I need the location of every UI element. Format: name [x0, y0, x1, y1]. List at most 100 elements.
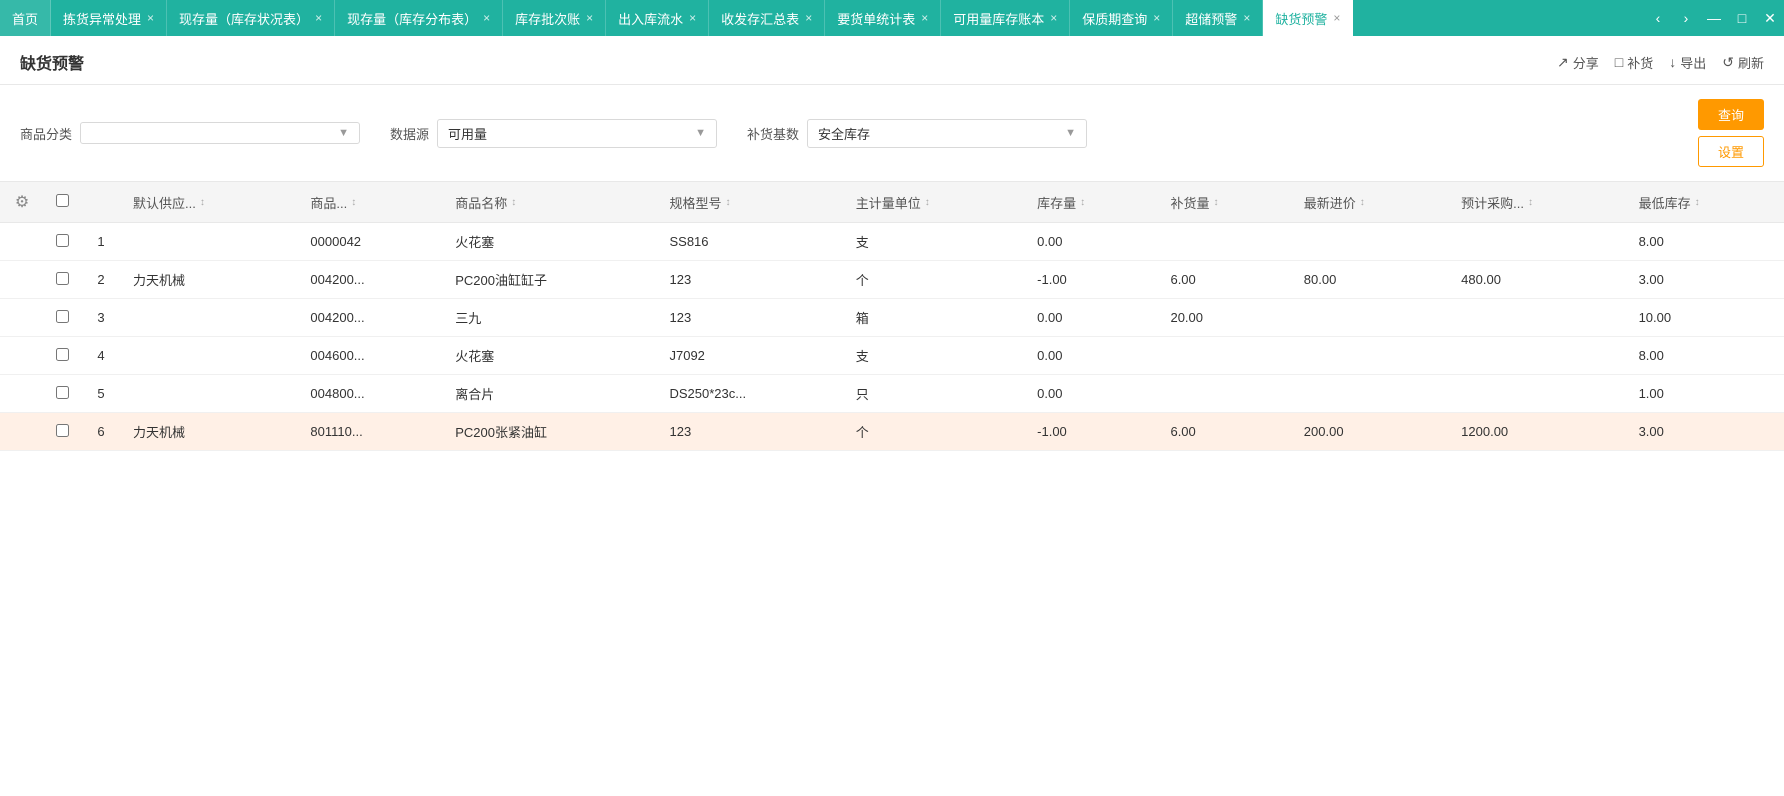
tab-item-5[interactable]: 出入库流水 × — [606, 0, 709, 36]
min-stock-sort-icon[interactable]: ↕ — [1695, 197, 1700, 208]
row-code: 004600... — [298, 337, 443, 375]
window-maximize-btn[interactable]: □ — [1728, 0, 1756, 36]
row-name: 火花塞 — [443, 223, 657, 261]
replenish-btn[interactable]: □ 补货 — [1615, 53, 1653, 72]
base-value: 安全库存 — [818, 124, 870, 143]
row-spec: 123 — [657, 299, 843, 337]
tab-next-btn[interactable]: › — [1672, 0, 1700, 36]
col-supplier-label: 默认供应... — [133, 193, 196, 212]
row-replenish — [1158, 223, 1291, 261]
tab-close-btn[interactable]: × — [1243, 11, 1250, 25]
row-est-purchase — [1449, 299, 1626, 337]
tab-close-btn[interactable]: × — [689, 11, 696, 25]
row-checkbox[interactable] — [56, 424, 69, 437]
row-check-cell — [44, 299, 81, 337]
tab-item-1[interactable]: 拣货异常处理× — [51, 0, 167, 36]
table-row: 3 004200... 三九 123 箱 0.00 20.00 10.00 — [0, 299, 1784, 337]
row-checkbox[interactable] — [56, 310, 69, 323]
col-min-stock-label: 最低库存 — [1639, 193, 1691, 212]
tab-item-7[interactable]: 要货单统计表× — [825, 0, 941, 36]
table-settings-icon[interactable]: ⚙ — [15, 194, 29, 211]
col-check-header — [44, 182, 81, 223]
col-seq-header — [81, 182, 121, 223]
tab-item-10[interactable]: 超储预警 × — [1173, 0, 1263, 36]
tab-item-2[interactable]: 现存量（库存状况表）× — [167, 0, 335, 36]
row-checkbox[interactable] — [56, 272, 69, 285]
tab-close-btn[interactable]: × — [586, 11, 593, 25]
tab-close-btn[interactable]: × — [1333, 11, 1340, 25]
col-replenish-label: 补货量 — [1170, 193, 1209, 212]
row-check-cell — [44, 375, 81, 413]
tab-item-8[interactable]: 可用量库存账本× — [941, 0, 1070, 36]
latest-price-sort-icon[interactable]: ↕ — [1360, 197, 1365, 208]
base-label: 补货基数 — [747, 124, 799, 143]
tab-close-btn[interactable]: × — [1050, 11, 1057, 25]
tab-close-btn[interactable]: × — [921, 11, 928, 25]
tab-close-btn[interactable]: × — [147, 11, 154, 25]
row-gear-cell — [0, 299, 44, 337]
tab-label: 出入库流水 — [618, 9, 683, 28]
tab-item-9[interactable]: 保质期查询× — [1070, 0, 1173, 36]
tab-item-6[interactable]: 收发存汇总表 × — [709, 0, 825, 36]
tab-item-4[interactable]: 库存批次账× — [503, 0, 606, 36]
row-stock: -1.00 — [1025, 261, 1158, 299]
tab-label: 超储预警 — [1185, 9, 1237, 28]
tab-close-btn[interactable]: × — [1153, 11, 1160, 25]
export-btn[interactable]: ↓ 导出 — [1669, 53, 1706, 72]
row-min-stock: 8.00 — [1627, 223, 1784, 261]
row-spec: 123 — [657, 261, 843, 299]
row-unit: 支 — [844, 223, 1025, 261]
tab-item-11[interactable]: 缺货预警× — [1263, 0, 1353, 36]
row-checkbox[interactable] — [56, 386, 69, 399]
datasource-select[interactable]: 可用量 ▼ — [437, 119, 717, 148]
row-check-cell — [44, 337, 81, 375]
replenish-sort-icon[interactable]: ↕ — [1213, 197, 1218, 208]
category-select[interactable]: ▼ — [80, 122, 360, 144]
share-btn[interactable]: ↗ 分享 — [1557, 53, 1599, 72]
row-check-cell — [44, 413, 81, 451]
est-purchase-sort-icon[interactable]: ↕ — [1528, 197, 1533, 208]
unit-sort-icon[interactable]: ↕ — [925, 197, 930, 208]
tab-close-btn[interactable]: × — [805, 11, 812, 25]
col-spec-label: 规格型号 — [669, 193, 721, 212]
row-name: 离合片 — [443, 375, 657, 413]
refresh-btn[interactable]: ↺ 刷新 — [1722, 53, 1764, 72]
filter-area: 商品分类 ▼ 数据源 可用量 ▼ 补货基数 安全库存 ▼ 查询 设置 — [0, 85, 1784, 181]
tab-label: 收发存汇总表 — [721, 9, 799, 28]
col-stock-header: 库存量 ↕ — [1025, 182, 1158, 223]
window-close-btn[interactable]: ✕ — [1756, 0, 1784, 36]
row-unit: 只 — [844, 375, 1025, 413]
row-name: PC200张紧油缸 — [443, 413, 657, 451]
window-minimize-btn[interactable]: — — [1700, 0, 1728, 36]
row-checkbox[interactable] — [56, 234, 69, 247]
row-gear-cell — [0, 261, 44, 299]
table-container: ⚙ 默认供应... ↕ 商品... — [0, 181, 1784, 471]
select-all-checkbox[interactable] — [56, 194, 69, 207]
name-sort-icon[interactable]: ↕ — [511, 197, 516, 208]
col-unit-label: 主计量单位 — [856, 193, 921, 212]
col-gear: ⚙ — [0, 182, 44, 223]
query-button[interactable]: 查询 — [1698, 99, 1764, 130]
page-header: 缺货预警 ↗ 分享 □ 补货 ↓ 导出 ↺ 刷新 — [0, 36, 1784, 85]
stock-sort-icon[interactable]: ↕ — [1080, 197, 1085, 208]
base-select[interactable]: 安全库存 ▼ — [807, 119, 1087, 148]
supplier-sort-icon[interactable]: ↕ — [200, 197, 205, 208]
code-sort-icon[interactable]: ↕ — [351, 197, 356, 208]
col-min-stock-header: 最低库存 ↕ — [1627, 182, 1784, 223]
spec-sort-icon[interactable]: ↕ — [726, 197, 731, 208]
row-replenish: 20.00 — [1158, 299, 1291, 337]
tab-prev-btn[interactable]: ‹ — [1644, 0, 1672, 36]
settings-button[interactable]: 设置 — [1698, 136, 1764, 167]
row-min-stock: 1.00 — [1627, 375, 1784, 413]
row-code: 004200... — [298, 261, 443, 299]
table-row: 6 力天机械 801110... PC200张紧油缸 123 个 -1.00 6… — [0, 413, 1784, 451]
row-stock: 0.00 — [1025, 337, 1158, 375]
tab-item-0[interactable]: 首页 — [0, 0, 51, 36]
row-supplier — [121, 299, 298, 337]
tab-item-3[interactable]: 现存量（库存分布表）× — [335, 0, 503, 36]
tab-close-btn[interactable]: × — [483, 11, 490, 25]
tab-close-btn[interactable]: × — [315, 11, 322, 25]
row-checkbox[interactable] — [56, 348, 69, 361]
row-unit: 个 — [844, 413, 1025, 451]
category-filter-group: 商品分类 ▼ — [20, 122, 360, 144]
